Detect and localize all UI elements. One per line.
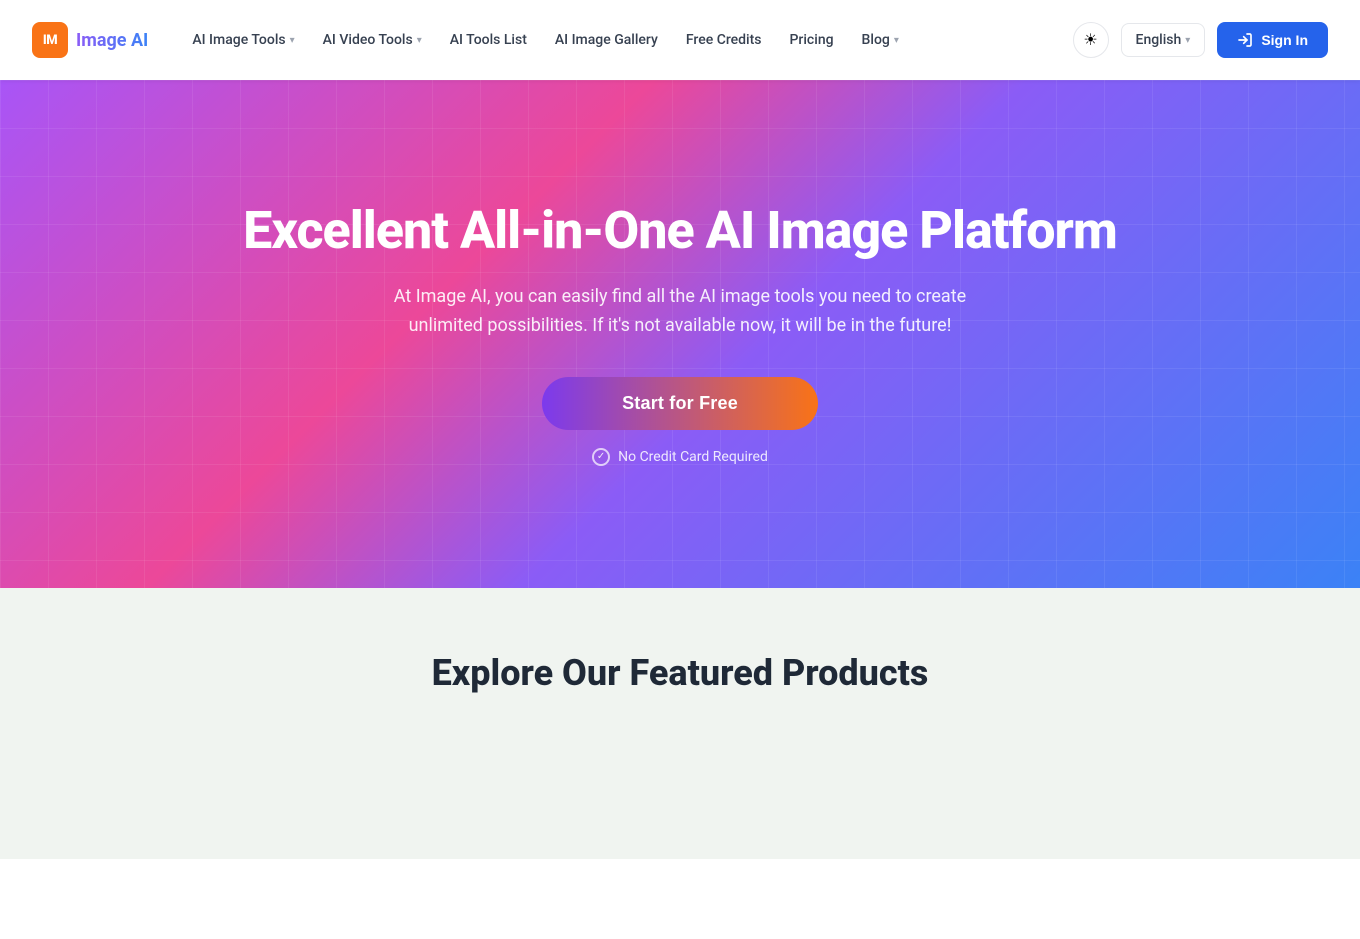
theme-toggle-button[interactable]: ☀ bbox=[1073, 22, 1109, 58]
logo-text: Image AI bbox=[76, 30, 148, 51]
hero-subtitle: At Image AI, you can easily find all the… bbox=[370, 283, 990, 341]
hero-title: Excellent All-in-One AI Image Platform bbox=[243, 202, 1117, 259]
hero-content: Excellent All-in-One AI Image Platform A… bbox=[203, 202, 1157, 466]
chevron-down-icon: ▾ bbox=[894, 35, 899, 46]
nav-ai-image-tools[interactable]: AI Image Tools ▾ bbox=[180, 24, 306, 56]
chevron-down-icon: ▾ bbox=[290, 35, 295, 46]
sign-in-button[interactable]: Sign In bbox=[1217, 22, 1328, 58]
nav-ai-image-gallery[interactable]: AI Image Gallery bbox=[543, 24, 670, 56]
chevron-down-icon: ▾ bbox=[417, 35, 422, 46]
nav-blog[interactable]: Blog ▾ bbox=[850, 24, 911, 56]
check-circle-icon: ✓ bbox=[592, 448, 610, 466]
nav-ai-video-tools[interactable]: AI Video Tools ▾ bbox=[311, 24, 434, 56]
nav-pricing[interactable]: Pricing bbox=[777, 24, 845, 56]
navbar: IM Image AI AI Image Tools ▾ AI Video To… bbox=[0, 0, 1360, 80]
language-label: English bbox=[1136, 32, 1182, 48]
sign-in-label: Sign In bbox=[1261, 32, 1308, 48]
logo-badge: IM bbox=[32, 22, 68, 58]
nav-ai-tools-list[interactable]: AI Tools List bbox=[438, 24, 539, 56]
nav-free-credits[interactable]: Free Credits bbox=[674, 24, 774, 56]
logo-link[interactable]: IM Image AI bbox=[32, 22, 148, 58]
hero-section: Excellent All-in-One AI Image Platform A… bbox=[0, 80, 1360, 588]
language-selector[interactable]: English ▾ bbox=[1121, 23, 1206, 57]
nav-links: AI Image Tools ▾ AI Video Tools ▾ AI Too… bbox=[180, 24, 1072, 56]
start-for-free-button[interactable]: Start for Free bbox=[542, 377, 818, 430]
sign-in-icon bbox=[1237, 32, 1253, 48]
chevron-down-icon: ▾ bbox=[1185, 35, 1190, 46]
products-title: Explore Our Featured Products bbox=[432, 652, 929, 694]
no-card-label: No Credit Card Required bbox=[618, 449, 768, 465]
products-section: Explore Our Featured Products bbox=[0, 588, 1360, 859]
no-credit-card-note: ✓ No Credit Card Required bbox=[243, 448, 1117, 466]
nav-right: ☀ English ▾ Sign In bbox=[1073, 22, 1328, 58]
